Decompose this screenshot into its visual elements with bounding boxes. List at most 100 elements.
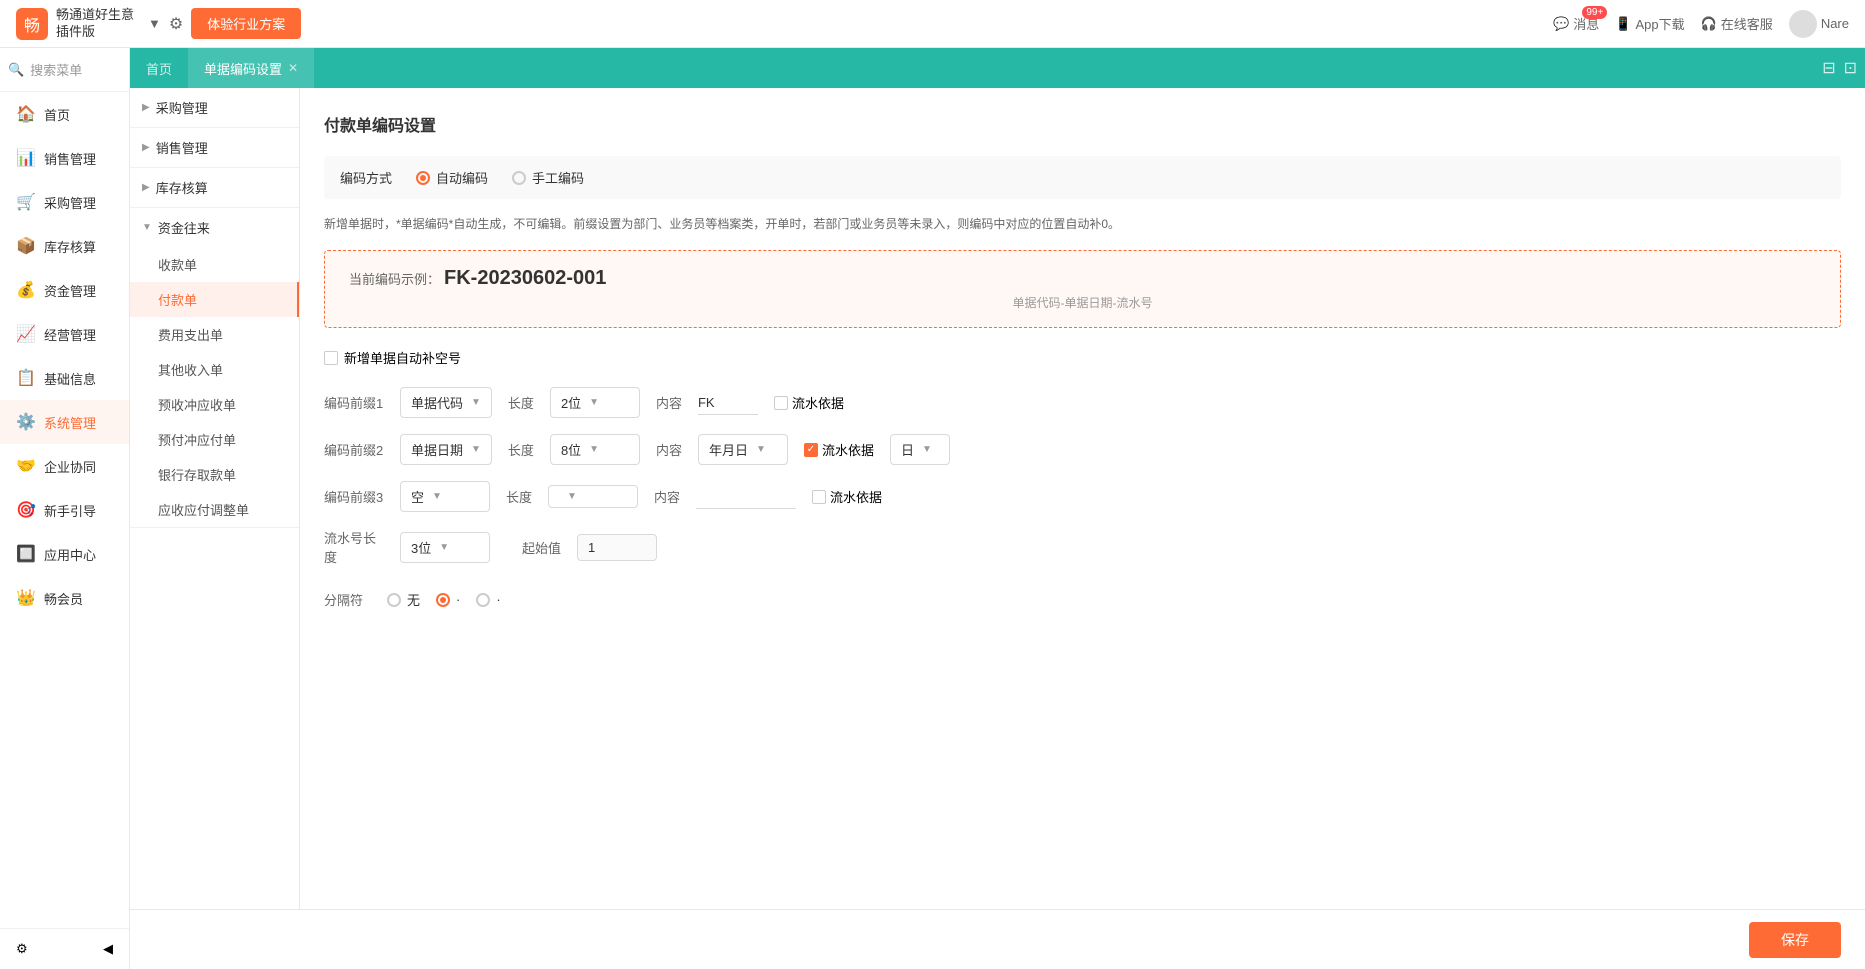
sidebar-group-purchase-header[interactable]: ▶ 采购管理 (130, 88, 299, 127)
sidebar-footer: ⚙ ◀ (0, 928, 129, 969)
sidebar-item-bank-transfer[interactable]: 银行存取款单 (130, 457, 299, 492)
length3-select[interactable]: ▼ (548, 485, 638, 508)
length2-select[interactable]: 8位 ▼ (550, 434, 640, 465)
save-button[interactable]: 保存 (1749, 922, 1841, 958)
header-dropdown[interactable]: ▼ (148, 16, 161, 31)
flow-checkbox-1[interactable] (774, 396, 788, 410)
content3-input[interactable] (696, 485, 796, 509)
flow-check-3[interactable]: 流水依据 (812, 487, 882, 506)
sidebar-nav: 🏠 首页 📊 销售管理 🛒 采购管理 📦 库存核算 💰 资金管理 📈 经 (0, 92, 129, 928)
sidebar-item-inventory[interactable]: 📦 库存核算 (0, 224, 129, 268)
tab-home[interactable]: 首页 (130, 48, 188, 88)
sidebar-item-sales[interactable]: 📊 销售管理 (0, 136, 129, 180)
tab-close-icon[interactable]: ✕ (288, 61, 298, 75)
sidebar-item-management[interactable]: 📈 经营管理 (0, 312, 129, 356)
online-service-link[interactable]: 🎧 在线客服 (1701, 14, 1773, 33)
length1-select[interactable]: 2位 ▼ (550, 387, 640, 418)
content2-select[interactable]: 年月日 ▼ (698, 434, 788, 465)
start-value-input[interactable] (577, 534, 657, 561)
flow-length-select[interactable]: 3位 ▼ (400, 532, 490, 563)
header-right: 💬 消息 99+ 📱 App下载 🎧 在线客服 Nare (1553, 10, 1849, 38)
settings-icon[interactable]: ⚙ (169, 14, 183, 34)
sidebar-item-receipt[interactable]: 收款单 (130, 247, 299, 282)
sidebar-item-guide[interactable]: 🎯 新手引导 (0, 488, 129, 532)
flow-checkbox-3[interactable] (812, 490, 826, 504)
page-footer: 保存 (130, 909, 1865, 969)
chevron-down-content2: ▼ (756, 444, 766, 455)
message-area[interactable]: 💬 消息 99+ (1553, 14, 1599, 33)
flow-checkbox-2[interactable]: ✓ (804, 443, 818, 457)
sidebar-group-sales: ▶ 销售管理 (130, 128, 299, 168)
main-layout: 🔍 搜索菜单 🏠 首页 📊 销售管理 🛒 采购管理 📦 库存核算 💰 (0, 48, 1865, 969)
sidebar-group-inventory: ▶ 库存核算 (130, 168, 299, 208)
manual-encoding-radio[interactable]: 手工编码 (512, 168, 584, 187)
system-icon: ⚙️ (16, 412, 36, 432)
tab-bar: 首页 单据编码设置 ✕ ⊟ ⊡ (130, 48, 1865, 88)
sidebar-group-finance-header[interactable]: ▼ 资金往来 (130, 208, 299, 247)
flow-label-2: 流水依据 (822, 440, 874, 459)
flow-number-row: 流水号长度 3位 ▼ 起始值 (324, 528, 1841, 566)
preview-code: FK-20230602-001 (444, 267, 606, 290)
sidebar-item-enterprise[interactable]: 🤝 企业协同 (0, 444, 129, 488)
sidebar-group-finance: ▼ 资金往来 收款单 付款单 费用支出单 其他收入单 预收冲应收单 预付冲应付单… (130, 208, 299, 528)
flow-label-1: 流水依据 (792, 393, 844, 412)
flow-check-2[interactable]: ✓ 流水依据 (804, 440, 874, 459)
message-icon: 💬 (1553, 16, 1569, 32)
content1-input[interactable] (698, 391, 758, 415)
separator-dash-option[interactable]: · (476, 592, 500, 607)
basic-icon: 📋 (16, 368, 36, 388)
sidebar-item-apps[interactable]: 🔲 应用中心 (0, 532, 129, 576)
user-area[interactable]: Nare (1789, 10, 1849, 38)
flow-unit-select[interactable]: 日 ▼ (890, 434, 950, 465)
separator-none-option[interactable]: 无 (387, 590, 420, 609)
sidebar-item-member[interactable]: 👑 畅会员 (0, 576, 129, 620)
sidebar-item-advance-recv[interactable]: 预收冲应收单 (130, 387, 299, 422)
prefix3-label: 编码前缀3 (324, 487, 384, 506)
sidebar-item-expense[interactable]: 费用支出单 (130, 317, 299, 352)
sidebar-item-finance[interactable]: 💰 资金管理 (0, 268, 129, 312)
encoding-label: 编码方式 (340, 168, 392, 187)
prefix1-label: 编码前缀1 (324, 393, 384, 412)
auto-fill-label: 新增单据自动补空号 (344, 348, 461, 367)
sidebar-item-advance-pay[interactable]: 预付冲应付单 (130, 422, 299, 457)
sidebar-item-ar-ap-adjust[interactable]: 应收应付调整单 (130, 492, 299, 527)
prefix1-select[interactable]: 单据代码 ▼ (400, 387, 492, 418)
sidebar-item-basic[interactable]: 📋 基础信息 (0, 356, 129, 400)
separator-dot-option[interactable]: · (436, 592, 460, 607)
auto-fill-checkbox[interactable] (324, 351, 338, 365)
sidebar-item-purchase[interactable]: 🛒 采购管理 (0, 180, 129, 224)
apps-icon: 🔲 (16, 544, 36, 564)
sidebar-item-other-income[interactable]: 其他收入单 (130, 352, 299, 387)
hint-text: 新增单据时，*单据编码*自动生成，不可编辑。前缀设置为部门、业务员等档案类，开单… (324, 215, 1841, 234)
logo-icon: 畅 (16, 8, 48, 40)
prefix-row-3: 编码前缀3 空 ▼ 长度 ▼ 内容 流水依据 (324, 481, 1841, 512)
length2-label: 长度 (508, 440, 534, 459)
flow-check-1[interactable]: 流水依据 (774, 393, 844, 412)
sidebar-item-system[interactable]: ⚙️ 系统管理 (0, 400, 129, 444)
message-badge: 99+ (1582, 6, 1607, 19)
sidebar-group-inventory-header[interactable]: ▶ 库存核算 (130, 168, 299, 207)
search-menu[interactable]: 🔍 搜索菜单 (0, 48, 129, 92)
prefix3-select[interactable]: 空 ▼ (400, 481, 490, 512)
tab-spacer (314, 48, 1814, 88)
settings-footer-icon[interactable]: ⚙ (16, 941, 28, 957)
chevron-right-icon: ▶ (142, 102, 150, 113)
sidebar-item-home[interactable]: 🏠 首页 (0, 92, 129, 136)
tab-minimize-icon[interactable]: ⊟ (1822, 58, 1835, 78)
prefix2-select[interactable]: 单据日期 ▼ (400, 434, 492, 465)
separator-row: 分隔符 无 · · (324, 590, 1841, 609)
trial-button[interactable]: 体验行业方案 (191, 8, 301, 39)
sidebar-item-payment[interactable]: 付款单 (130, 282, 299, 317)
separator-label: 分隔符 (324, 590, 363, 609)
app-download-link[interactable]: 📱 App下载 (1615, 14, 1684, 33)
tab-encoding-settings[interactable]: 单据编码设置 ✕ (188, 48, 314, 88)
purchase-icon: 🛒 (16, 192, 36, 212)
prefix-row-1: 编码前缀1 单据代码 ▼ 长度 2位 ▼ 内容 流水依据 (324, 387, 1841, 418)
guide-icon: 🎯 (16, 500, 36, 520)
auto-fill-row[interactable]: 新增单据自动补空号 (324, 348, 1841, 367)
auto-encoding-radio[interactable]: 自动编码 (416, 168, 488, 187)
collapse-icon[interactable]: ◀ (103, 941, 113, 957)
sidebar-group-sales-header[interactable]: ▶ 销售管理 (130, 128, 299, 167)
tab-maximize-icon[interactable]: ⊡ (1844, 58, 1857, 78)
page-content: ▶ 采购管理 ▶ 销售管理 ▶ 库存核算 (130, 88, 1865, 909)
